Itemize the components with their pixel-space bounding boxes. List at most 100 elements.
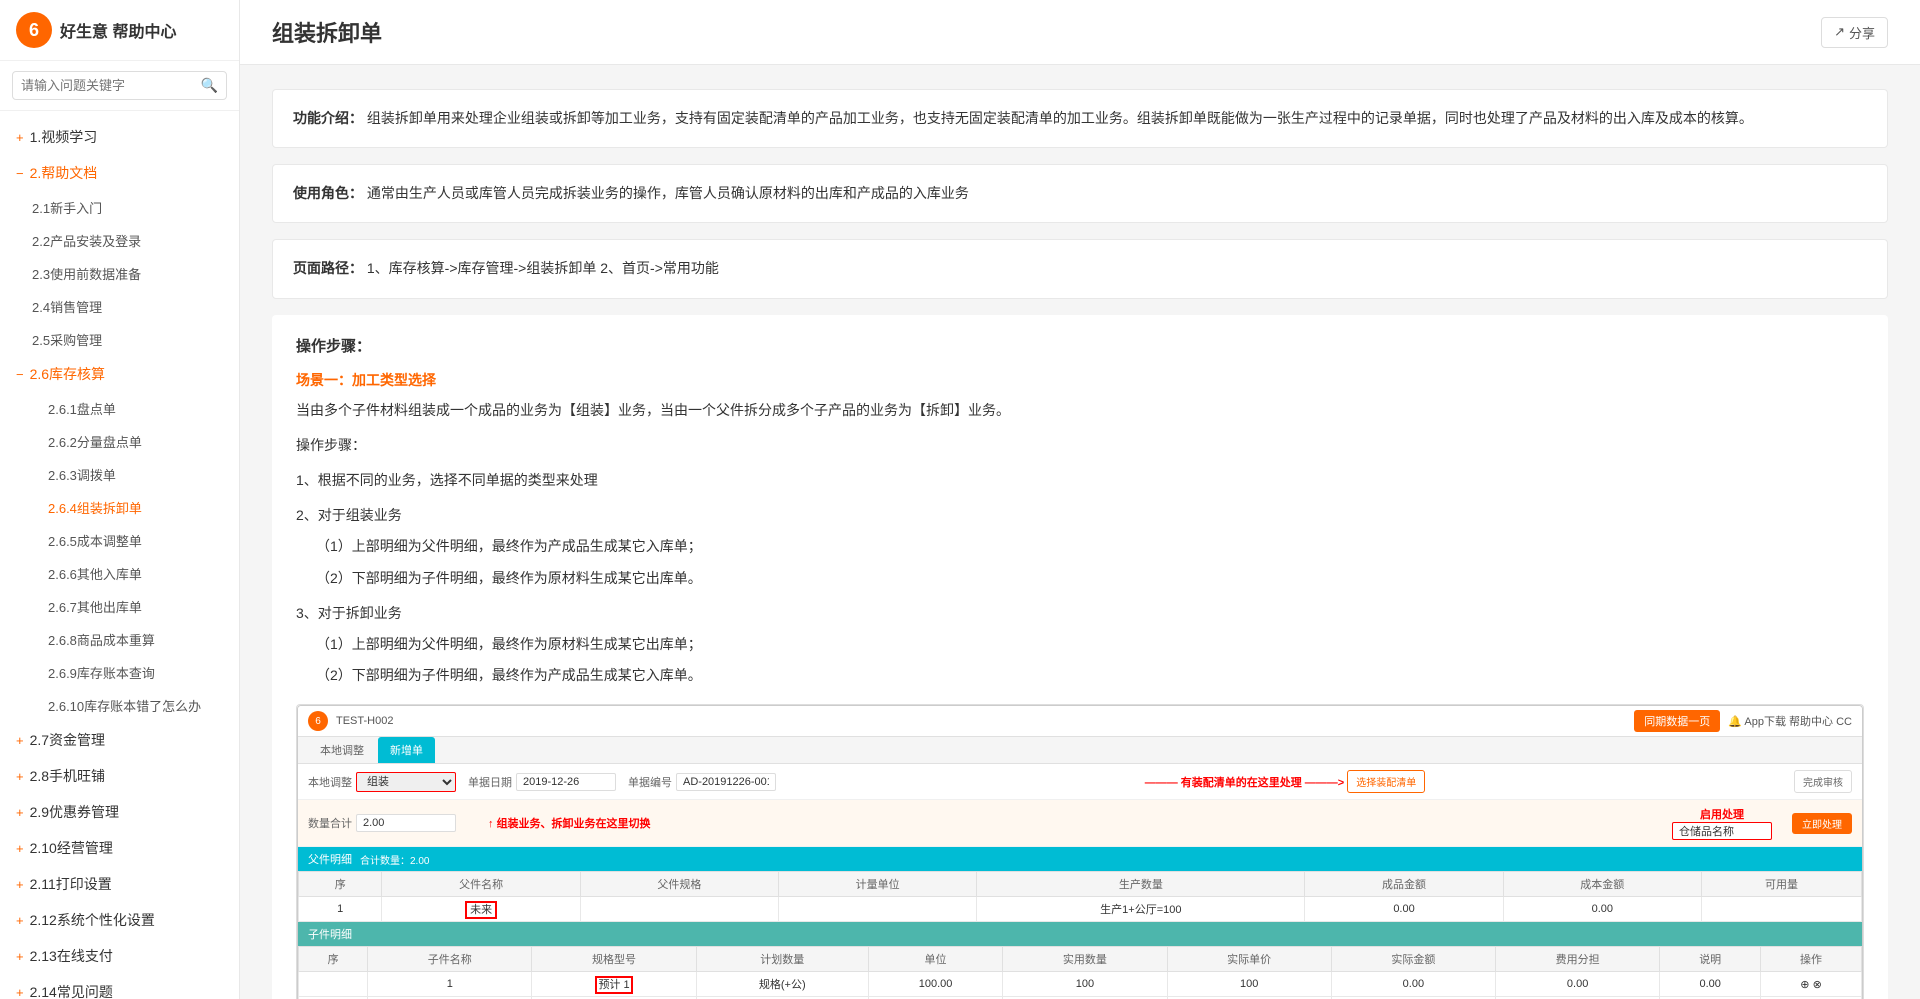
sidebar-item-videos[interactable]: + 1.视频学习 xyxy=(0,119,239,155)
lower-table-wrap: 序 子件名称 规格型号 计划数量 单位 实用数量 实际单价 实际金额 费用分担 xyxy=(298,946,1862,999)
app-tabs: 本地调整 新增单 xyxy=(298,737,1862,764)
sidebar-item-docs-26[interactable]: − 2.6库存核算 xyxy=(0,356,239,392)
sidebar-item-docs-266[interactable]: 2.6.6其他入库单 xyxy=(0,557,239,590)
form-count-input[interactable] xyxy=(356,814,456,832)
sidebar-item-label: 2.6库存核算 xyxy=(30,364,105,384)
step1: 1、根据不同的业务，选择不同单据的类型来处理 xyxy=(296,468,1864,493)
func-intro-block: 功能介绍： 组装拆卸单用来处理企业组装或拆卸等加工业务，支持有固定装配清单的产品… xyxy=(272,89,1888,148)
sidebar-item-label: 2.8手机旺铺 xyxy=(30,766,105,786)
expand-icon-214: + xyxy=(16,985,24,999)
col-unit: 计量单位 xyxy=(779,872,977,897)
upper-section-header: 父件明细 合计数量：2.00 xyxy=(298,847,1862,871)
screenshot-block: 6 TEST-H002 同期数据一页 🔔 App下载 帮助中心 CC 本地调整 … xyxy=(296,704,1864,999)
sidebar-item-docs-29[interactable]: + 2.9优惠券管理 xyxy=(0,794,239,830)
upper-section-label: 父件明细 xyxy=(308,851,352,867)
form-date-input[interactable] xyxy=(516,773,616,791)
cell-parent-name: 未来 xyxy=(382,897,580,922)
lcol-unit: 单位 xyxy=(868,947,1002,972)
sidebar-item-docs-213[interactable]: + 2.13在线支付 xyxy=(0,938,239,974)
lcol-actual-amt: 实际金额 xyxy=(1331,947,1495,972)
app-top-icons: 🔔 App下载 帮助中心 CC xyxy=(1728,713,1852,729)
sidebar-item-docs-267[interactable]: 2.6.7其他出库单 xyxy=(0,590,239,623)
search-input[interactable] xyxy=(21,78,201,93)
lower-table: 序 子件名称 规格型号 计划数量 单位 实用数量 实际单价 实际金额 费用分担 xyxy=(298,946,1862,999)
ops-steps-title: 操作步骤： xyxy=(296,433,1864,458)
step2: 2、对于组装业务 xyxy=(296,503,1864,528)
expand-icon-28: + xyxy=(16,769,24,784)
expand-icon-211: + xyxy=(16,877,24,892)
sidebar-item-docs-265[interactable]: 2.6.5成本调整单 xyxy=(0,524,239,557)
scene1-desc: 当由多个子件材料组装成一个成品的业务为【组装】业务，当由一个父件拆分成多个子产品… xyxy=(296,398,1864,423)
form-confirm-btn[interactable]: 完成审核 xyxy=(1794,770,1852,793)
sidebar-item-label: 1.视频学习 xyxy=(30,127,98,147)
cell-cost-amt: 0.00 xyxy=(1503,897,1701,922)
sidebar-item-docs-21[interactable]: 2.1新手入门 xyxy=(0,191,239,224)
sidebar-item-docs-28[interactable]: + 2.8手机旺铺 xyxy=(0,758,239,794)
warehouse-input[interactable] xyxy=(1672,822,1772,840)
sidebar-item-label: 2.11打印设置 xyxy=(30,874,112,894)
content-area: 功能介绍： 组装拆卸单用来处理企业组装或拆卸等加工业务，支持有固定装配清单的产品… xyxy=(240,65,1920,999)
sidebar-item-docs-214[interactable]: + 2.14常见问题 xyxy=(0,974,239,999)
expand-icon-29: + xyxy=(16,805,24,820)
role-block: 使用角色： 通常由生产人员或库管人员完成拆装业务的操作，库管人员确认原材料的出库… xyxy=(272,164,1888,223)
sidebar-item-docs-263[interactable]: 2.6.3调拨单 xyxy=(0,458,239,491)
main-header: 组装拆卸单 ↗ 分享 xyxy=(240,0,1920,65)
search-icon[interactable]: 🔍 xyxy=(201,77,218,94)
form-type-select[interactable]: 组装 拆卸 xyxy=(356,772,456,792)
sidebar-header: 6 好生意 帮助中心 xyxy=(0,0,239,61)
expand-icon-210: + xyxy=(16,841,24,856)
role-label: 使用角色： xyxy=(293,185,363,201)
sidebar-item-label: 2.7资金管理 xyxy=(30,730,105,750)
sidebar-item-docs-25[interactable]: 2.5采购管理 xyxy=(0,323,239,356)
expand-icon-27: + xyxy=(16,733,24,748)
sidebar-item-docs-261[interactable]: 2.6.1盘点单 xyxy=(0,392,239,425)
lcol-actual-qty: 实用数量 xyxy=(1003,947,1167,972)
expand-icon-212: + xyxy=(16,913,24,928)
sidebar-item-docs-264[interactable]: 2.6.4组装拆卸单 xyxy=(0,491,239,524)
sidebar-item-label: 2.9优惠券管理 xyxy=(30,802,119,822)
form-billno-input[interactable] xyxy=(676,773,776,791)
confirm-btn[interactable]: 立即处理 xyxy=(1792,813,1852,834)
sidebar-item-docs-22[interactable]: 2.2产品安装及登录 xyxy=(0,224,239,257)
sidebar-item-docs-211[interactable]: + 2.11打印设置 xyxy=(0,866,239,902)
annotation-bottom: 启用处理 xyxy=(1672,806,1772,840)
app-topbar: 6 TEST-H002 同期数据一页 🔔 App下载 帮助中心 CC xyxy=(298,706,1862,737)
sidebar-item-docs-24[interactable]: 2.4销售管理 xyxy=(0,290,239,323)
tab-new[interactable]: 新增单 xyxy=(378,737,435,763)
share-button[interactable]: ↗ 分享 xyxy=(1821,17,1888,48)
cell-spec xyxy=(580,897,778,922)
sidebar-item-docs-27[interactable]: + 2.7资金管理 xyxy=(0,722,239,758)
sidebar-item-docs-23[interactable]: 2.3使用前数据准备 xyxy=(0,257,239,290)
app-logo-icon: 6 xyxy=(308,711,328,731)
upper-table: 序 父件名称 父件规格 计量单位 生产数量 成品金额 成本金额 可用量 xyxy=(298,871,1862,922)
sidebar-item-docs-262[interactable]: 2.6.2分量盘点单 xyxy=(0,425,239,458)
sidebar-item-docs-2610[interactable]: 2.6.10库存账本错了怎么办 xyxy=(0,689,239,722)
app-window: 6 TEST-H002 同期数据一页 🔔 App下载 帮助中心 CC 本地调整 … xyxy=(297,705,1863,999)
ops-title: 操作步骤： xyxy=(296,335,1864,356)
tab-local[interactable]: 本地调整 xyxy=(308,737,376,763)
col-cost-amt: 成本金额 xyxy=(1503,872,1701,897)
sidebar-item-label: 2.帮助文档 xyxy=(30,163,98,183)
form-type-label: 本地调整 xyxy=(308,774,352,790)
step3-sub1: （1）上部明细为父件明细，最终作为原材料生成某它出库单； xyxy=(316,632,1864,657)
sidebar-item-label: 2.12系统个性化设置 xyxy=(30,910,155,930)
role-text: 通常由生产人员或库管人员完成拆装业务的操作，库管人员确认原材料的出库和产成品的入… xyxy=(367,185,969,201)
sidebar-item-docs-268[interactable]: 2.6.8商品成本重算 xyxy=(0,623,239,656)
form-count-field: 数量合计 xyxy=(308,814,456,832)
lcol-spec: 规格型号 xyxy=(532,947,696,972)
sidebar-item-docs-210[interactable]: + 2.10经营管理 xyxy=(0,830,239,866)
cell-produce-qty: 生产1+公厅=100 xyxy=(977,897,1305,922)
main-content: 组装拆卸单 ↗ 分享 功能介绍： 组装拆卸单用来处理企业组装或拆卸等加工业务，支… xyxy=(240,0,1920,999)
col-avail-qty: 可用量 xyxy=(1701,872,1861,897)
parent-name-highlight: 未来 xyxy=(467,903,495,917)
annotation-top: ——— 有装配清单的在这里处理 ———> 选择装配清单 xyxy=(788,770,1782,793)
col-parent-spec: 父件规格 xyxy=(580,872,778,897)
sidebar-item-docs-212[interactable]: + 2.12系统个性化设置 xyxy=(0,902,239,938)
sidebar-item-docs-269[interactable]: 2.6.9库存账本查询 xyxy=(0,656,239,689)
sidebar-item-docs[interactable]: − 2.帮助文档 xyxy=(0,155,239,191)
lower-section-header: 子件明细 xyxy=(298,922,1862,946)
step2-sub2: （2）下部明细为子件明细，最终作为原材料生成某它出库单。 xyxy=(316,566,1864,591)
lcol-child-name: 子件名称 xyxy=(368,947,532,972)
annotation-btn[interactable]: 选择装配清单 xyxy=(1347,770,1425,793)
app-top-btn1[interactable]: 同期数据一页 xyxy=(1634,710,1720,732)
